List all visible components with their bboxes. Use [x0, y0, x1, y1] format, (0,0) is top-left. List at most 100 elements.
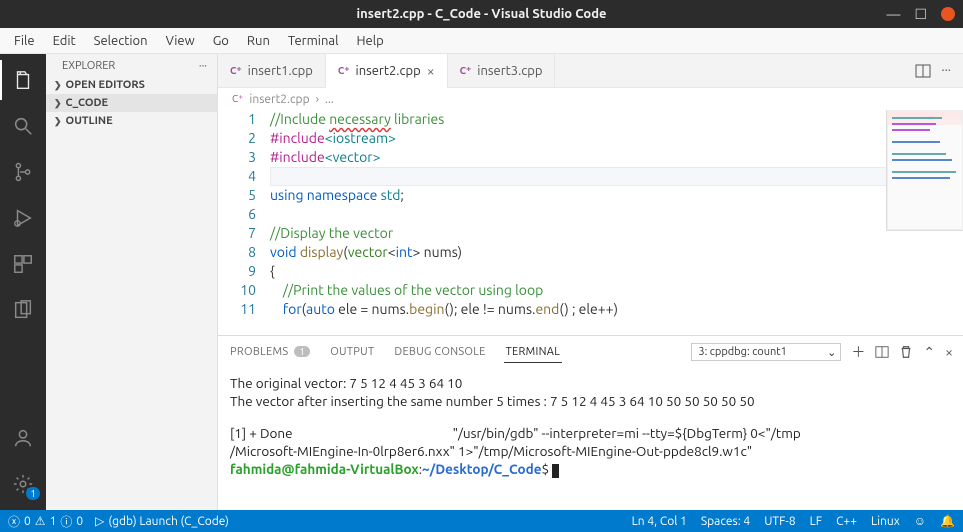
- panel-tab-debug[interactable]: DEBUG CONSOLE: [392, 342, 487, 362]
- breadcrumb-rest: ...: [325, 93, 334, 106]
- code-editor[interactable]: 1234567891011 //Include necessary librar…: [218, 110, 963, 335]
- sidebar-explorer: EXPLORER ··· ❯ OPEN EDITORS ❯ C_CODE ❯ O…: [46, 54, 218, 510]
- activity-source-control-icon[interactable]: [0, 152, 46, 192]
- sidebar-section-label: OPEN EDITORS: [66, 79, 145, 91]
- terminal-line: /Microsoft-MIEngine-In-0lrp8er6.nxx" 1>"…: [230, 442, 951, 460]
- debug-icon: ▷: [95, 514, 104, 528]
- menu-view[interactable]: View: [158, 32, 203, 50]
- tab-insert3[interactable]: C⁺ insert3.cpp: [448, 54, 556, 88]
- menu-file[interactable]: File: [6, 32, 43, 50]
- panel-tab-output[interactable]: OUTPUT: [328, 342, 376, 362]
- sidebar-folder[interactable]: ❯ C_CODE: [46, 94, 217, 112]
- terminal-line: [1] + Done"/usr/bin/gdb" --interpreter=m…: [230, 424, 951, 442]
- status-problems[interactable]: ⓧ0 ⚠1 ⓘ0: [8, 513, 83, 530]
- panel-maximize-icon[interactable]: ⌃: [923, 344, 935, 361]
- cpp-file-icon: C⁺: [232, 93, 243, 105]
- sidebar-section-label: OUTLINE: [66, 115, 113, 127]
- editor-tabs: C⁺ insert1.cpp C⁺ insert2.cpp × C⁺ inser…: [218, 54, 963, 88]
- chevron-right-icon: ❯: [54, 80, 62, 91]
- info-icon: ⓘ: [60, 513, 72, 530]
- panel-tabs: PROBLEMS 1 OUTPUT DEBUG CONSOLE TERMINAL…: [218, 336, 963, 368]
- error-icon: ⓧ: [8, 513, 20, 530]
- panel-actions: 3: cppdbg: count1 ⌄ ＋ ⌃ ×: [691, 342, 953, 362]
- activity-settings-icon[interactable]: 1: [0, 464, 46, 504]
- kill-terminal-icon[interactable]: [899, 345, 913, 359]
- tab-insert2[interactable]: C⁺ insert2.cpp ×: [326, 54, 448, 88]
- activity-explorer-icon[interactable]: [0, 60, 46, 100]
- activity-search-icon[interactable]: [0, 106, 46, 146]
- breadcrumb[interactable]: C⁺ insert2.cpp › ...: [218, 88, 963, 110]
- breadcrumb-separator: ›: [316, 93, 319, 106]
- split-terminal-icon[interactable]: [875, 345, 889, 359]
- menu-terminal[interactable]: Terminal: [280, 32, 347, 50]
- menu-bar: File Edit Selection View Go Run Terminal…: [0, 28, 963, 54]
- sidebar-outline[interactable]: ❯ OUTLINE: [46, 112, 217, 130]
- editor-area: C⁺ insert1.cpp C⁺ insert2.cpp × C⁺ inser…: [218, 54, 963, 510]
- maximize-icon[interactable]: ☐: [914, 6, 927, 23]
- status-bar: ⓧ0 ⚠1 ⓘ0 ▷ (gdb) Launch (C_Code) Ln 4, C…: [0, 510, 963, 532]
- terminal-content[interactable]: The original vector: 7 5 12 4 45 3 64 10…: [218, 368, 963, 510]
- new-terminal-icon[interactable]: ＋: [851, 342, 865, 362]
- terminal-line: The vector after inserting the same numb…: [230, 392, 951, 410]
- sidebar-header: EXPLORER ···: [46, 54, 217, 76]
- menu-selection[interactable]: Selection: [86, 32, 156, 50]
- code-content[interactable]: //Include necessary libraries#include<io…: [270, 110, 963, 335]
- editor-actions: ···: [915, 63, 963, 79]
- breadcrumb-file: insert2.cpp: [249, 93, 309, 106]
- status-os[interactable]: Linux: [871, 515, 900, 528]
- tab-label: insert2.cpp: [356, 64, 421, 78]
- status-notifications-icon[interactable]: 🔔: [940, 514, 955, 528]
- menu-go[interactable]: Go: [205, 32, 237, 50]
- tab-insert1[interactable]: C⁺ insert1.cpp: [218, 54, 326, 88]
- cpp-file-icon: C⁺: [338, 65, 350, 77]
- panel-tab-problems[interactable]: PROBLEMS 1: [228, 342, 312, 362]
- terminal-select-value: 3: cppdbg: count1: [698, 346, 786, 358]
- warning-icon: ⚠: [35, 514, 46, 528]
- menu-help[interactable]: Help: [348, 32, 391, 50]
- status-feedback-icon[interactable]: ☺: [914, 514, 926, 528]
- problems-badge: 1: [294, 346, 310, 357]
- window-controls: — ☐: [886, 6, 955, 23]
- chevron-right-icon: ❯: [54, 116, 62, 127]
- sidebar-open-editors[interactable]: ❯ OPEN EDITORS: [46, 76, 217, 94]
- activity-accounts-icon[interactable]: [0, 418, 46, 458]
- minimap[interactable]: [887, 110, 963, 230]
- sidebar-more-icon[interactable]: ···: [199, 60, 207, 72]
- activity-extensions-icon[interactable]: [0, 244, 46, 284]
- cpp-file-icon: C⁺: [230, 65, 242, 77]
- terminal-cursor: [552, 464, 559, 478]
- activity-bar: 1: [0, 54, 46, 510]
- panel-tab-terminal[interactable]: TERMINAL: [504, 342, 563, 363]
- activity-run-debug-icon[interactable]: [0, 198, 46, 238]
- status-spaces[interactable]: Spaces: 4: [701, 515, 750, 528]
- settings-badge: 1: [26, 487, 40, 500]
- chevron-right-icon: ❯: [54, 98, 62, 109]
- bottom-panel: PROBLEMS 1 OUTPUT DEBUG CONSOLE TERMINAL…: [218, 335, 963, 510]
- close-icon[interactable]: [941, 7, 955, 21]
- tab-close-icon[interactable]: ×: [427, 63, 435, 79]
- window-title: insert2.cpp - C_Code - Visual Studio Cod…: [0, 7, 963, 21]
- tab-label: insert1.cpp: [248, 64, 313, 78]
- menu-run[interactable]: Run: [239, 32, 278, 50]
- status-encoding[interactable]: UTF-8: [764, 515, 795, 528]
- line-gutter: 1234567891011: [218, 110, 270, 335]
- sidebar-title: EXPLORER: [62, 60, 115, 72]
- terminal-select[interactable]: 3: cppdbg: count1 ⌄: [691, 343, 841, 361]
- minimize-icon[interactable]: —: [886, 6, 900, 22]
- panel-tab-label: PROBLEMS: [230, 346, 288, 358]
- title-bar: insert2.cpp - C_Code - Visual Studio Cod…: [0, 0, 963, 28]
- cpp-file-icon: C⁺: [460, 65, 472, 77]
- terminal-line: The original vector: 7 5 12 4 45 3 64 10: [230, 374, 951, 392]
- tab-label: insert3.cpp: [477, 64, 542, 78]
- chevron-down-icon: ⌄: [827, 346, 836, 359]
- status-language[interactable]: C++: [836, 515, 857, 528]
- activity-additional-icon[interactable]: [0, 290, 46, 330]
- sidebar-section-label: C_CODE: [66, 97, 109, 109]
- status-eol[interactable]: LF: [810, 515, 822, 528]
- split-editor-icon[interactable]: [915, 63, 931, 79]
- panel-close-icon[interactable]: ×: [945, 344, 953, 360]
- status-launch[interactable]: ▷ (gdb) Launch (C_Code): [95, 514, 229, 528]
- more-actions-icon[interactable]: ···: [941, 63, 951, 79]
- status-line-col[interactable]: Ln 4, Col 1: [632, 515, 687, 528]
- menu-edit[interactable]: Edit: [45, 32, 84, 50]
